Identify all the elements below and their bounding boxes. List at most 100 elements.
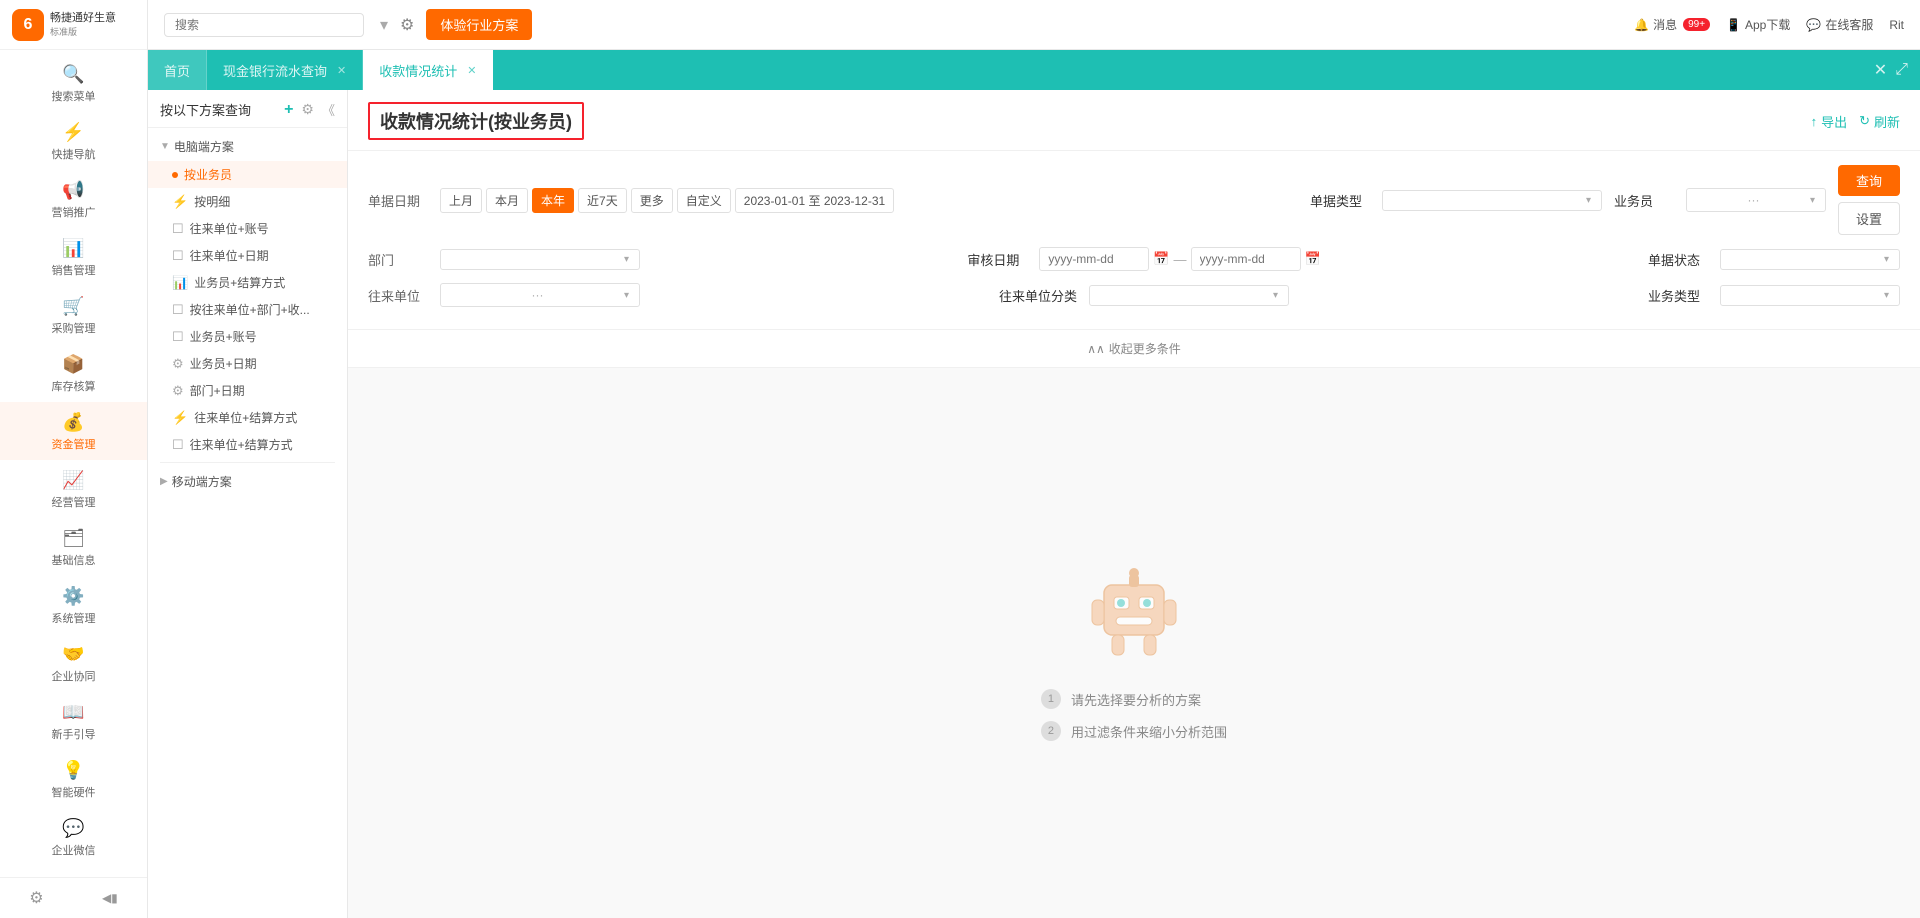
gear-icon[interactable]: ⚙ (400, 15, 414, 35)
maximize-icon[interactable]: ⤢ (1895, 61, 1908, 79)
tree-item-salesman[interactable]: 按业务员 (148, 161, 347, 188)
close-window-icon[interactable]: ✕ (1874, 60, 1887, 80)
sidebar-item-marketing[interactable]: 📢 营销推广 (0, 170, 147, 228)
collapse-icon: ∧∧ (1087, 342, 1105, 356)
collapse-panel-icon[interactable]: 《 (322, 100, 335, 119)
notification-badge: 99+ (1683, 18, 1710, 31)
sidebar-item-operations[interactable]: 📈 经营管理 (0, 460, 147, 518)
user-name-area[interactable]: Rit (1889, 18, 1904, 32)
custom-date-btn[interactable]: 自定义 (677, 188, 731, 213)
tree-item-salesman-date[interactable]: ⚙ 业务员+日期 (148, 350, 347, 377)
download-icon: 📱 (1726, 18, 1741, 32)
sidebar-label-hardware: 智能硬件 (52, 784, 96, 800)
sidebar-item-system[interactable]: ⚙️ 系统管理 (0, 576, 147, 634)
search-input[interactable] (164, 13, 364, 37)
last-month-btn[interactable]: 上月 (440, 188, 482, 213)
sidebar-item-wechat[interactable]: 💬 企业微信 (0, 808, 147, 866)
more-date-btn[interactable]: 更多 (631, 188, 673, 213)
add-scheme-icon[interactable]: + (284, 101, 293, 119)
tree-item-salesman-settle-label: 业务员+结算方式 (194, 274, 285, 291)
salesman-account-icon: ☐ (172, 329, 184, 345)
calendar-start-icon[interactable]: 📅 (1153, 251, 1169, 267)
empty-step-2: 2 用过滤条件来缩小分析范围 (1041, 721, 1227, 741)
partner-account-icon: ☐ (172, 221, 184, 237)
purchase-icon: 🛒 (62, 296, 84, 317)
export-button[interactable]: ↑ 导出 (1811, 112, 1848, 131)
sidebar-item-guide[interactable]: 📖 新手引导 (0, 692, 147, 750)
tree-item-salesman-settle[interactable]: 📊 业务员+结算方式 (148, 269, 347, 296)
tree-item-salesman-account[interactable]: ☐ 业务员+账号 (148, 323, 347, 350)
collab-icon: 🤝 (62, 644, 84, 665)
tabbar-actions: ✕ ⤢ (1862, 50, 1920, 90)
sidebar-item-inventory[interactable]: 📦 库存核算 (0, 344, 147, 402)
detail-icon: ⚡ (172, 194, 188, 210)
partner-classify-select[interactable]: ▾ (1089, 285, 1289, 306)
salesman-select[interactable]: ··· ▾ (1686, 188, 1826, 212)
sidebar-item-search[interactable]: 🔍 搜索菜单 (0, 54, 147, 112)
tree-item-salesman-label: 按业务员 (184, 166, 232, 183)
page-header: 收款情况统计(按业务员) ↑ 导出 ↻ 刷新 (348, 90, 1920, 151)
trial-button[interactable]: 体验行业方案 (426, 9, 532, 40)
sidebar-item-purchase[interactable]: 🛒 采购管理 (0, 286, 147, 344)
scheme-settings-icon[interactable]: ⚙ (301, 101, 314, 118)
sidebar-label-system: 系统管理 (52, 610, 96, 626)
tree-item-partner-account[interactable]: ☐ 往来单位+账号 (148, 215, 347, 242)
this-year-btn[interactable]: 本年 (532, 188, 574, 213)
sidebar-item-sales[interactable]: 📊 销售管理 (0, 228, 147, 286)
query-button[interactable]: 查询 (1838, 165, 1900, 196)
service-icon: 💬 (1806, 18, 1821, 32)
doc-type-select[interactable]: ▾ (1382, 190, 1602, 211)
sidebar-label-sales: 销售管理 (52, 262, 96, 278)
refresh-button[interactable]: ↻ 刷新 (1859, 112, 1900, 131)
tree-item-partner-dept[interactable]: ☐ 按往来单位+部门+收... (148, 296, 347, 323)
salesman-label: 业务员 (1614, 191, 1674, 210)
sidebar-item-vip[interactable]: V 畅会员 (0, 866, 147, 877)
export-icon: ↑ (1811, 114, 1818, 129)
tab-receipts[interactable]: 收款情况统计 ✕ (363, 50, 493, 90)
empty-illustration (1074, 545, 1194, 665)
biz-type-select[interactable]: ▾ (1720, 285, 1900, 306)
home-tab-label: 首页 (164, 61, 190, 80)
calendar-end-icon[interactable]: 📅 (1305, 251, 1321, 267)
sidebar-item-hardware[interactable]: 💡 智能硬件 (0, 750, 147, 808)
notification-btn[interactable]: 🔔 消息 99+ (1634, 16, 1710, 33)
sidebar-label-nav: 快捷导航 (52, 146, 96, 162)
collapse-footer-icon[interactable]: ◀▮ (102, 891, 118, 905)
review-date-start[interactable] (1039, 247, 1149, 271)
tree-item-partner-settle2[interactable]: ☐ 往来单位+结算方式 (148, 431, 347, 458)
tree-item-partner-settle1[interactable]: ⚡ 往来单位+结算方式 (148, 404, 347, 431)
sidebar-item-basic[interactable]: 🗂 基础信息 (0, 518, 147, 576)
tree-item-partner-account-label: 往来单位+账号 (190, 220, 269, 237)
tree-item-dept-date[interactable]: ⚙ 部门+日期 (148, 377, 347, 404)
cashflow-tab-close[interactable]: ✕ (337, 64, 346, 77)
receipts-tab-close[interactable]: ✕ (467, 64, 476, 77)
review-date-end[interactable] (1191, 247, 1301, 271)
tree-item-detail[interactable]: ⚡ 按明细 (148, 188, 347, 215)
tab-cashflow[interactable]: 现金银行流水查询 ✕ (207, 50, 363, 90)
app-download-btn[interactable]: 📱 App下载 (1726, 16, 1790, 33)
salesman-more-icon[interactable]: ··· (1747, 193, 1759, 207)
left-panel-header: 按以下方案查询 + ⚙ 《 (148, 90, 347, 128)
sidebar-item-finance[interactable]: 💰 资金管理 (0, 402, 147, 460)
desktop-section-header[interactable]: ▼ 电脑端方案 (148, 132, 347, 161)
doc-status-select[interactable]: ▾ (1720, 249, 1900, 270)
last-7-days-btn[interactable]: 近7天 (578, 188, 627, 213)
sidebar-item-nav[interactable]: ⚡ 快捷导航 (0, 112, 147, 170)
biz-type-arrow: ▾ (1884, 290, 1889, 301)
sidebar-item-collab[interactable]: 🤝 企业协同 (0, 634, 147, 692)
tab-home[interactable]: 首页 (148, 50, 207, 90)
collapse-row[interactable]: ∧∧ 收起更多条件 (348, 330, 1920, 368)
partner-select[interactable]: ··· ▾ (440, 283, 640, 307)
dept-select[interactable]: ▾ (440, 249, 640, 270)
mobile-section-header[interactable]: ▶ 移动端方案 (148, 467, 347, 496)
dropdown-icon[interactable]: ▾ (380, 15, 388, 35)
sales-icon: 📊 (62, 238, 84, 259)
settings-button[interactable]: 设置 (1838, 202, 1900, 235)
online-service-btn[interactable]: 💬 在线客服 (1806, 16, 1873, 33)
partner-arrow: ▾ (624, 290, 629, 301)
tree-item-partner-date[interactable]: ☐ 往来单位+日期 (148, 242, 347, 269)
partner-more-icon[interactable]: ··· (531, 288, 543, 302)
this-month-btn[interactable]: 本月 (486, 188, 528, 213)
tree-item-salesman-date-label: 业务员+日期 (190, 355, 257, 372)
settings-footer-icon[interactable]: ⚙ (29, 888, 43, 908)
